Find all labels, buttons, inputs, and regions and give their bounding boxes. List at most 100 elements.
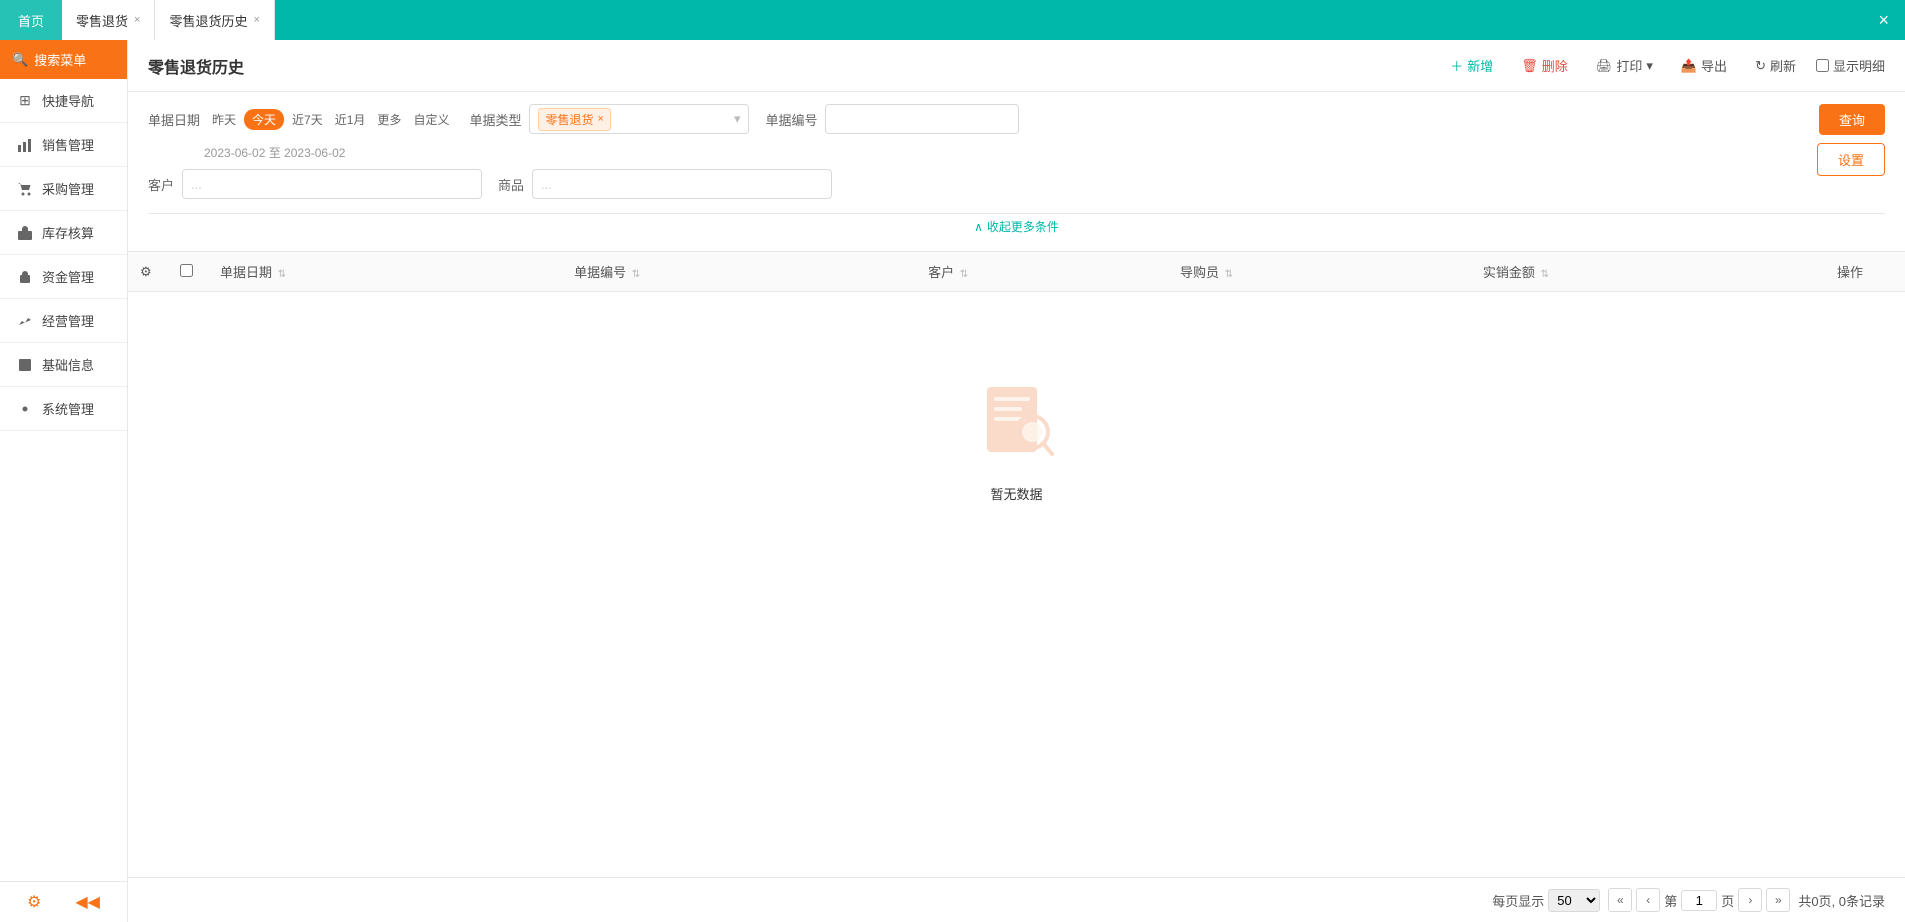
print-dropdown-icon: ▾ [1646,58,1653,74]
bill-type-tag-value: 零售退货 [545,111,593,128]
close-window-button[interactable]: × [1878,10,1889,30]
tab-home[interactable]: 首页 [0,0,62,40]
main-layout: 🔍 搜索菜单 ⊞ 快捷导航 销售管理 采购管理 库存核算 [0,40,1905,922]
display-detail-toggle[interactable]: 显示明细 [1816,56,1885,75]
customer-select[interactable]: ... [182,169,482,199]
set-button[interactable]: 设置 [1817,143,1885,176]
th-ops-label: 操作 [1837,265,1863,280]
date-last1month[interactable]: 近1月 [331,109,370,130]
sidebar-sound-button[interactable]: ◀◀ [75,892,100,912]
bill-type-select[interactable]: 零售退货 × ▾ [529,104,749,134]
purchase-mgmt-icon [16,180,34,198]
date-more[interactable]: 更多 [373,109,405,130]
collapse-filter-button[interactable]: ∧ 收起更多条件 [148,213,1885,239]
select-all-checkbox[interactable] [180,264,193,277]
top-bar: 首页 零售退货 × 零售退货历史 × × [0,0,1905,40]
sidebar-item-finance[interactable]: 资金管理 [0,255,127,299]
next-page-button[interactable]: › [1738,888,1762,912]
prev-page-button[interactable]: ‹ [1636,888,1660,912]
display-detail-checkbox[interactable] [1816,59,1829,72]
table-settings-icon[interactable]: ⚙ [140,264,152,279]
tab-retail-return-history-close[interactable]: × [253,14,259,26]
th-settings[interactable]: ⚙ [128,252,168,292]
page-title: 零售退货历史 [148,54,244,78]
refresh-button[interactable]: ↻ 刷新 [1747,52,1804,79]
per-page-selector: 每页显示 20 50 100 [1492,889,1600,912]
date-today[interactable]: 今天 [244,109,284,130]
filter-area: 单据日期 昨天 今天 近7天 近1月 更多 自定义 [128,92,1905,252]
goods-select[interactable]: ... [532,169,832,199]
sidebar-item-basic-info[interactable]: 基础信息 [0,343,127,387]
delete-button[interactable]: 🗑 删除 [1513,52,1576,79]
delete-icon: 🗑 [1521,58,1538,74]
sidebar-item-purchase-mgmt[interactable]: 采购管理 [0,167,127,211]
export-icon: 📤 [1681,58,1697,74]
quick-nav-icon: ⊞ [16,92,34,110]
th-customer[interactable]: 客户 ⇅ [916,252,1168,292]
tab-retail-return-label: 零售退货 [76,11,128,30]
content-area: 零售退货历史 ＋ 新增 🗑 删除 🖨 打印 ▾ 📤 导出 [128,40,1905,922]
date-shortcuts: 昨天 今天 近7天 近1月 更多 自定义 [208,109,453,130]
refresh-label: 刷新 [1770,56,1796,75]
date-custom[interactable]: 自定义 [409,109,453,130]
customer-placeholder: ... [191,177,202,192]
sidebar-item-operation[interactable]: 经营管理 [0,299,127,343]
sidebar-item-operation-label: 经营管理 [42,311,94,330]
add-label: 新增 [1467,56,1493,75]
bill-no-input[interactable] [825,104,1019,134]
page-navigation: « ‹ 第 页 › » [1608,888,1790,912]
display-detail-label: 显示明细 [1833,56,1885,75]
date-range-display: 2023-06-02 至 2023-06-02 [204,144,1797,161]
sidebar-item-sales-mgmt[interactable]: 销售管理 [0,123,127,167]
sidebar-search[interactable]: 🔍 搜索菜单 [0,40,127,79]
filter-bill-date: 单据日期 昨天 今天 近7天 近1月 更多 自定义 [148,109,453,130]
tab-retail-return[interactable]: 零售退货 × [62,0,155,40]
filter-bill-type: 单据类型 零售退货 × ▾ [469,104,749,134]
topbar-right: × [1878,10,1905,31]
per-page-label: 每页显示 [1492,891,1544,910]
th-bill-date[interactable]: 单据日期 ⇅ [208,252,562,292]
sidebar-bottom: ⚙ ◀◀ [0,881,127,922]
sidebar-item-system-mgmt-label: 系统管理 [42,399,94,418]
first-page-button[interactable]: « [1608,888,1632,912]
export-button[interactable]: 📤 导出 [1673,52,1735,79]
export-label: 导出 [1701,56,1727,75]
add-button[interactable]: ＋ 新增 [1442,52,1501,79]
per-page-select[interactable]: 20 50 100 [1548,889,1600,912]
tab-retail-return-close[interactable]: × [134,14,140,26]
table-container: ⚙ 单据日期 ⇅ 单据编号 ⇅ [128,252,1905,877]
last-page-button[interactable]: » [1766,888,1790,912]
operation-icon [16,312,34,330]
print-label: 打印 [1616,56,1642,75]
th-guide[interactable]: 导购员 ⇅ [1168,252,1471,292]
empty-state: 暂无数据 [128,292,1905,583]
table-body: 暂无数据 [128,292,1905,584]
filter-bill-no: 单据编号 [765,104,1019,134]
sidebar-item-inventory[interactable]: 库存核算 [0,211,127,255]
tab-retail-return-history[interactable]: 零售退货历史 × [155,0,274,40]
date-last7days[interactable]: 近7天 [288,109,327,130]
th-bill-no[interactable]: 单据编号 ⇅ [562,252,916,292]
sidebar-item-system-mgmt[interactable]: 系统管理 [0,387,127,431]
print-button[interactable]: 🖨 打印 ▾ [1588,52,1661,79]
print-icon: 🖨 [1596,58,1613,74]
delete-label: 删除 [1542,56,1568,75]
filter-customer: 客户 ... [148,169,482,199]
page-number-input[interactable] [1681,890,1717,911]
th-amount[interactable]: 实销金额 ⇅ [1471,252,1825,292]
sort-arrows-bill-date: ⇅ [278,269,286,280]
collapse-label: 收起更多条件 [987,218,1059,235]
collapse-up-icon: ∧ [974,220,983,234]
sidebar-settings-button[interactable]: ⚙ [27,892,41,912]
bill-type-dropdown-icon: ▾ [734,111,741,127]
sidebar-item-purchase-mgmt-label: 采购管理 [42,179,94,198]
query-button[interactable]: 查询 [1819,104,1885,135]
sort-arrows-guide: ⇅ [1225,269,1233,280]
date-yesterday[interactable]: 昨天 [208,109,240,130]
bill-type-tag: 零售退货 × [538,108,610,131]
empty-illustration [967,372,1067,472]
bill-type-tag-remove[interactable]: × [597,113,603,125]
sidebar-item-finance-label: 资金管理 [42,267,94,286]
page-info: 第 页 [1664,890,1734,911]
sidebar-item-quick-nav[interactable]: ⊞ 快捷导航 [0,79,127,123]
